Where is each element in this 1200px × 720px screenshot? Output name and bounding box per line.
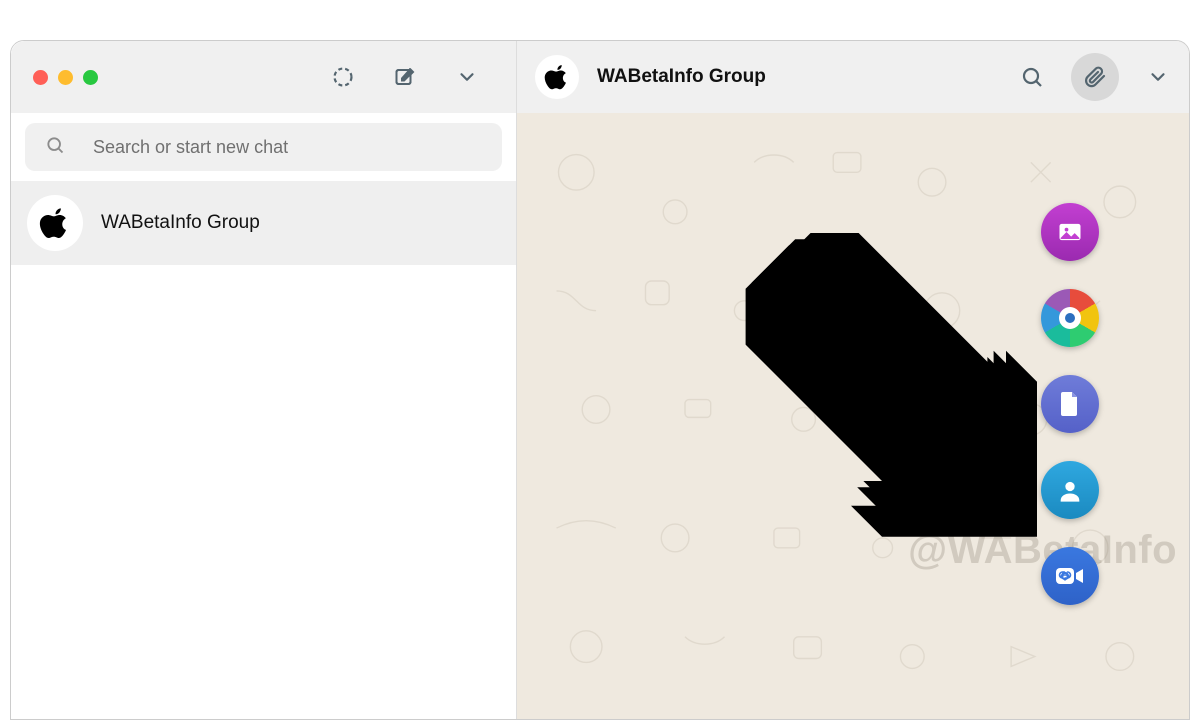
search-box[interactable]: [25, 123, 502, 171]
maximize-window-button[interactable]: [83, 70, 98, 85]
attach-button[interactable]: [1071, 53, 1119, 101]
attach-contact-button[interactable]: [1041, 461, 1099, 519]
search-container: [11, 113, 516, 181]
gallery-icon: [1052, 214, 1088, 250]
search-icon: [45, 135, 65, 160]
room-icon: [1052, 558, 1088, 594]
attach-menu: [1041, 203, 1099, 605]
contact-icon: [1052, 472, 1088, 508]
attach-document-button[interactable]: [1041, 375, 1099, 433]
close-window-button[interactable]: [33, 70, 48, 85]
status-icon[interactable]: [330, 64, 356, 90]
chevron-down-icon[interactable]: [454, 64, 480, 90]
minimize-window-button[interactable]: [58, 70, 73, 85]
camera-icon: [1059, 307, 1081, 329]
chat-background: @WABetaInfo: [517, 113, 1189, 719]
conversation-title[interactable]: WABetaInfo Group: [597, 66, 766, 88]
chat-name: WABetaInfo Group: [101, 212, 260, 234]
chat-list: WABetaInfo Group: [11, 181, 516, 719]
sidebar-header: [11, 41, 516, 113]
avatar[interactable]: [535, 55, 579, 99]
search-in-chat-icon[interactable]: [1019, 64, 1045, 90]
attach-gallery-button[interactable]: [1041, 203, 1099, 261]
conversation-header: WABetaInfo Group: [517, 41, 1189, 113]
avatar: [27, 195, 83, 251]
new-chat-icon[interactable]: [392, 64, 418, 90]
conversation-pane: WABetaInfo Group: [516, 41, 1189, 719]
document-icon: [1052, 386, 1088, 422]
chat-list-item[interactable]: WABetaInfo Group: [11, 181, 516, 265]
attach-camera-button[interactable]: [1041, 289, 1099, 347]
search-input[interactable]: [93, 137, 488, 158]
chevron-down-icon[interactable]: [1145, 64, 1171, 90]
sidebar: WABetaInfo Group: [11, 41, 516, 719]
window-controls: [33, 70, 98, 85]
attach-room-button[interactable]: [1041, 547, 1099, 605]
app-window: WABetaInfo Group WABetaInfo Group: [10, 40, 1190, 720]
